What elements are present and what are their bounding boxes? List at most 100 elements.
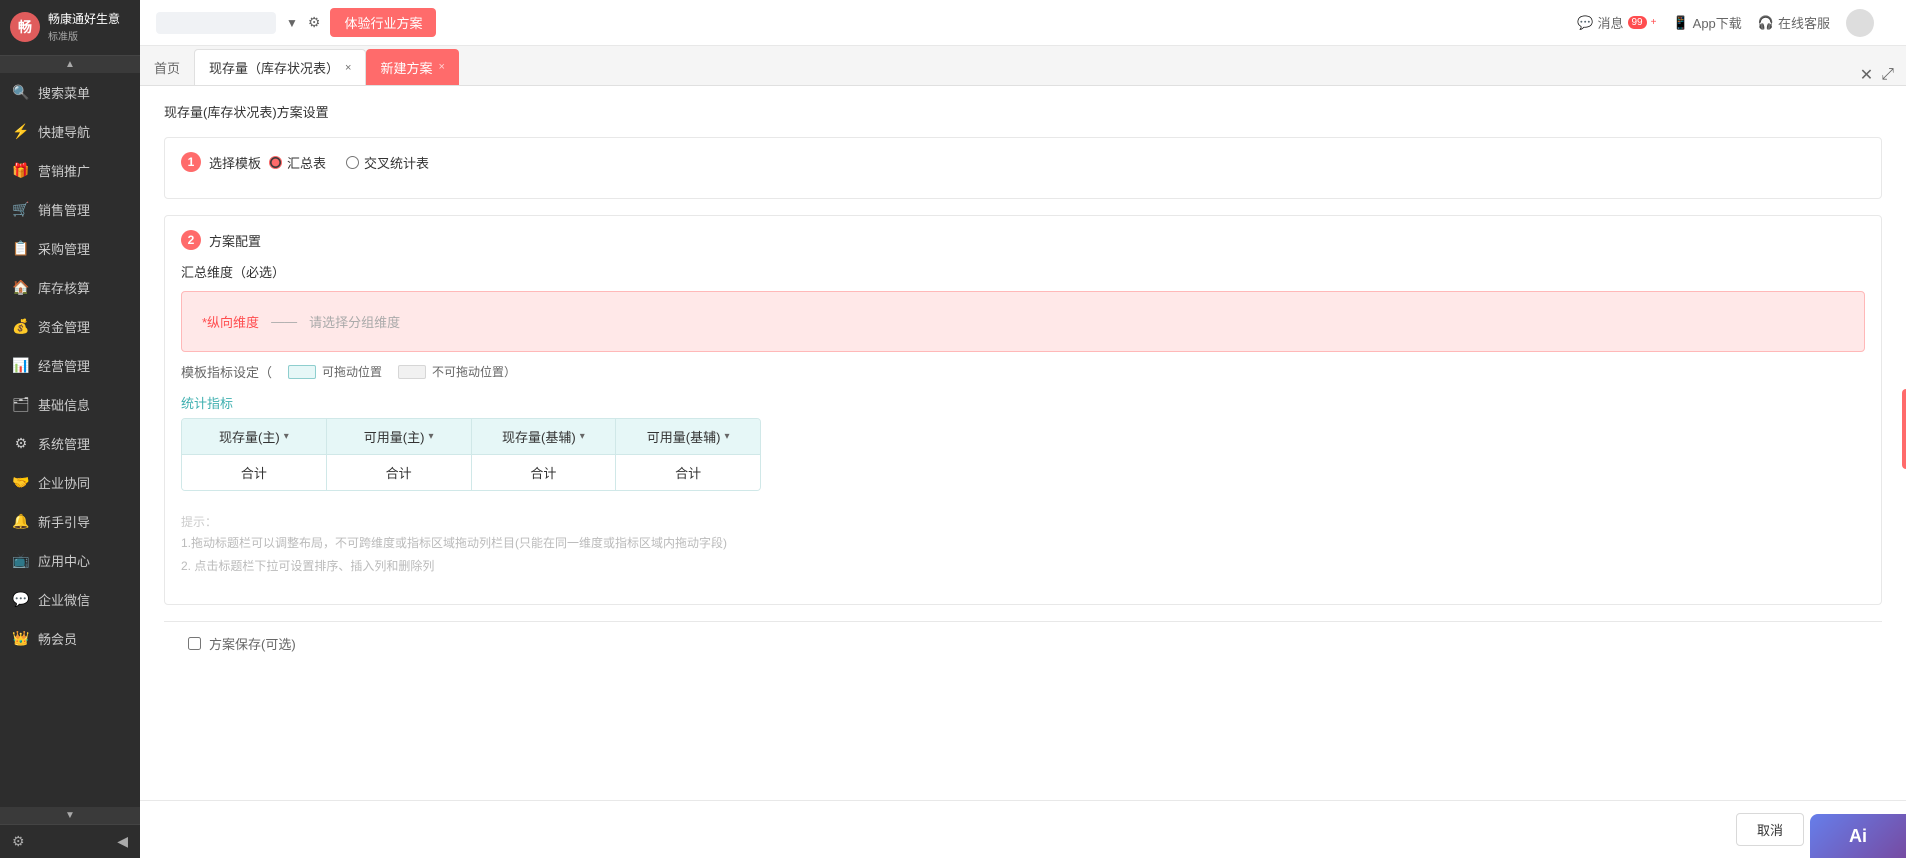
radio-cross[interactable]: 交叉统计表 bbox=[346, 153, 429, 172]
tab-home[interactable]: 首页 bbox=[140, 49, 194, 85]
radio-summary-label: 汇总表 bbox=[287, 153, 326, 172]
sidebar-item-label-basic: 基础信息 bbox=[38, 395, 90, 414]
tab-home-label: 首页 bbox=[154, 58, 180, 77]
dimension-label: 汇总维度（必选） bbox=[181, 262, 1865, 281]
topbar-gear-icon[interactable]: ⚙ bbox=[308, 14, 321, 31]
sidebar-item-wechat[interactable]: 💬 企业微信 bbox=[0, 580, 140, 619]
service-icon: 🎧 bbox=[1758, 15, 1774, 31]
sidebar-item-inventory[interactable]: 🏠 库存核算 bbox=[0, 268, 140, 307]
sidebar-bottom: ⚙ ◀ bbox=[0, 824, 140, 858]
dropdown-icon[interactable]: ▼ bbox=[286, 16, 298, 30]
col-3-chevron[interactable]: ▾ bbox=[724, 431, 729, 442]
template-indicator-row: 模板指标设定（ 可拖动位置 不可拖动位置） bbox=[181, 362, 1865, 381]
sidebar-item-operation[interactable]: 📊 经营管理 bbox=[0, 346, 140, 385]
sidebar-item-label-appstore: 应用中心 bbox=[38, 551, 90, 570]
dimension-area[interactable]: *纵向维度 —— 请选择分组维度 bbox=[181, 291, 1865, 352]
sidebar-item-finance[interactable]: 💰 资金管理 bbox=[0, 307, 140, 346]
right-edge-bar bbox=[1902, 389, 1906, 469]
sidebar-item-shortcut[interactable]: ⚡ 快捷导航 bbox=[0, 112, 140, 151]
logo-badge: 标准版 bbox=[48, 28, 120, 43]
tip-2: 2. 点击标题栏下拉可设置排序、插入列和删除列 bbox=[181, 557, 1865, 574]
sidebar-item-label-system: 系统管理 bbox=[38, 434, 90, 453]
purchase-icon: 📋 bbox=[12, 239, 30, 257]
sidebar-scroll-down[interactable]: ▼ bbox=[0, 807, 140, 824]
cooperation-icon: 🤝 bbox=[12, 473, 30, 491]
expand-icon[interactable]: ◀ bbox=[117, 833, 128, 850]
sidebar-item-sales[interactable]: 🛒 销售管理 bbox=[0, 190, 140, 229]
sidebar-item-label-operation: 经营管理 bbox=[38, 356, 90, 375]
sidebar-item-label-purchase: 采购管理 bbox=[38, 239, 90, 258]
cancel-button[interactable]: 取消 bbox=[1736, 813, 1804, 846]
stats-col-2-label: 现存量(基辅) bbox=[502, 427, 576, 446]
shortcut-icon: ⚡ bbox=[12, 122, 30, 140]
app-download-btn[interactable]: 📱 App下载 bbox=[1672, 13, 1741, 32]
sidebar-item-label-marketing: 营销推广 bbox=[38, 161, 90, 180]
sidebar-item-newbie[interactable]: 🔔 新手引导 bbox=[0, 502, 140, 541]
sidebar-item-label-wechat: 企业微信 bbox=[38, 590, 90, 609]
newbie-icon: 🔔 bbox=[12, 512, 30, 530]
step2-section: 2 方案配置 汇总维度（必选） *纵向维度 —— 请选择分组维度 模板指标设定（… bbox=[164, 215, 1882, 605]
stats-cell-2: 合计 bbox=[472, 455, 617, 490]
sidebar-item-label-finance: 资金管理 bbox=[38, 317, 90, 336]
col-0-chevron[interactable]: ▾ bbox=[284, 431, 289, 442]
system-icon: ⚙ bbox=[12, 434, 30, 452]
app-label: App下载 bbox=[1693, 13, 1742, 32]
sidebar-item-system[interactable]: ⚙ 系统管理 bbox=[0, 424, 140, 463]
stats-title: 统计指标 bbox=[181, 393, 1865, 412]
message-btn[interactable]: 💬 消息 99 + bbox=[1577, 13, 1656, 32]
dimension-dash: —— bbox=[271, 314, 297, 329]
radio-cross-input[interactable] bbox=[346, 156, 359, 169]
sidebar-item-purchase[interactable]: 📋 采购管理 bbox=[0, 229, 140, 268]
member-icon: 👑 bbox=[12, 629, 30, 647]
tab-new-plan-close[interactable]: × bbox=[438, 61, 444, 73]
save-checkbox[interactable] bbox=[188, 637, 201, 650]
bottom-bar: 取消 查询 bbox=[140, 800, 1906, 858]
dimension-placeholder: 请选择分组维度 bbox=[309, 312, 400, 331]
tab-new-plan[interactable]: 新建方案 × bbox=[366, 49, 458, 85]
search-icon: 🔍 bbox=[12, 83, 30, 101]
stats-col-2[interactable]: 现存量(基辅) ▾ bbox=[472, 419, 617, 454]
tab-stock-close[interactable]: × bbox=[345, 62, 351, 74]
settings-icon[interactable]: ⚙ bbox=[12, 833, 25, 850]
sidebar-scroll-up[interactable]: ▲ bbox=[0, 56, 140, 73]
col-1-chevron[interactable]: ▾ bbox=[428, 431, 433, 442]
sidebar-item-label-search: 搜索菜单 bbox=[38, 83, 90, 102]
experience-btn[interactable]: 体验行业方案 bbox=[330, 8, 436, 37]
sidebar-item-member[interactable]: 👑 畅会员 bbox=[0, 619, 140, 658]
stats-col-0-label: 现存量(主) bbox=[219, 427, 280, 446]
logo-icon: 畅 bbox=[10, 12, 40, 42]
sidebar-item-label-shortcut: 快捷导航 bbox=[38, 122, 90, 141]
page-wrap: 现存量(库存状况表)方案设置 1 选择模板 汇总表 交叉统计表 bbox=[140, 86, 1906, 800]
sidebar-item-cooperation[interactable]: 🤝 企业协同 bbox=[0, 463, 140, 502]
template-indicator-label: 模板指标设定（ bbox=[181, 362, 272, 381]
message-label: 消息 bbox=[1597, 13, 1623, 32]
sidebar-item-basic[interactable]: 🗂 基础信息 bbox=[0, 385, 140, 424]
radio-summary[interactable]: 汇总表 bbox=[269, 153, 326, 172]
page-title: 现存量(库存状况表)方案设置 bbox=[164, 102, 1882, 121]
sidebar-item-search[interactable]: 🔍 搜索菜单 bbox=[0, 73, 140, 112]
tabbar: 首页 现存量（库存状况表） × 新建方案 × ✕ ⤢ bbox=[140, 46, 1906, 86]
save-row: 方案保存(可选) bbox=[164, 621, 1882, 665]
search-input[interactable] bbox=[156, 12, 276, 34]
tab-stock[interactable]: 现存量（库存状况表） × bbox=[194, 49, 366, 85]
fixed-box bbox=[398, 365, 426, 379]
radio-summary-input[interactable] bbox=[269, 156, 282, 169]
wechat-icon: 💬 bbox=[12, 590, 30, 608]
close-window-icon[interactable]: ✕ bbox=[1860, 65, 1873, 85]
sidebar: 畅 畅康通好生意 标准版 ▲ 🔍 搜索菜单 ⚡ 快捷导航 🎁 营销推广 🛒 销售… bbox=[0, 0, 140, 858]
app-icon: 📱 bbox=[1672, 15, 1688, 31]
stats-cell-1: 合计 bbox=[327, 455, 472, 490]
stats-col-1[interactable]: 可用量(主) ▾ bbox=[327, 419, 472, 454]
col-2-chevron[interactable]: ▾ bbox=[580, 431, 585, 442]
sidebar-item-appstore[interactable]: 📺 应用中心 bbox=[0, 541, 140, 580]
sidebar-item-marketing[interactable]: 🎁 营销推广 bbox=[0, 151, 140, 190]
appstore-icon: 📺 bbox=[12, 551, 30, 569]
expand-window-icon[interactable]: ⤢ bbox=[1881, 66, 1894, 84]
ai-badge[interactable]: Ai bbox=[1810, 814, 1906, 858]
stats-col-3[interactable]: 可用量(基辅) ▾ bbox=[616, 419, 760, 454]
save-label: 方案保存(可选) bbox=[209, 634, 296, 653]
step2-title: 方案配置 bbox=[209, 231, 261, 250]
online-service-btn[interactable]: 🎧 在线客服 bbox=[1758, 13, 1830, 32]
stats-col-0[interactable]: 现存量(主) ▾ bbox=[182, 419, 327, 454]
stats-table-row: 合计 合计 合计 合计 bbox=[182, 454, 760, 490]
